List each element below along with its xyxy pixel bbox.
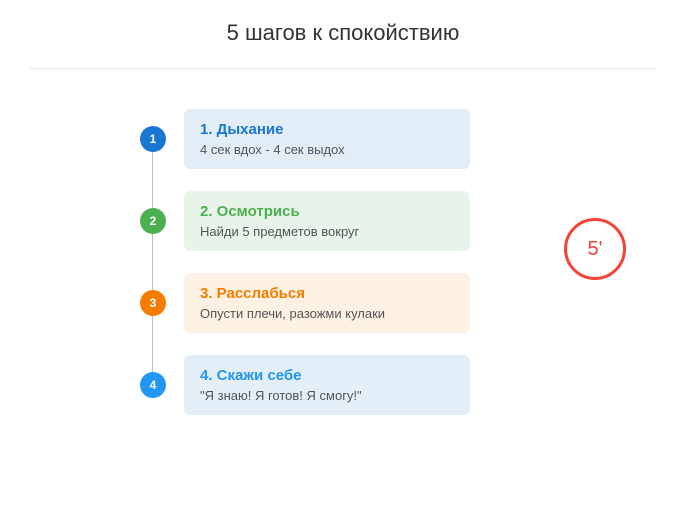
step-title: 1. Дыхание	[200, 121, 454, 138]
step-dot-1: 1	[140, 126, 166, 152]
step-dot-3: 3	[140, 290, 166, 316]
step-sub: 4 сек вдох - 4 сек выдох	[200, 142, 454, 157]
step-card-4: 4. Скажи себе "Я знаю! Я готов! Я смогу!…	[184, 355, 470, 415]
step-row: 1 1. Дыхание 4 сек вдох - 4 сек выдох	[140, 109, 470, 169]
divider	[30, 68, 656, 69]
timer-badge: 5'	[564, 218, 626, 280]
step-title: 3. Расслабься	[200, 285, 454, 302]
step-card-3: 3. Расслабься Опусти плечи, разожми кула…	[184, 273, 470, 333]
steps-list: 1 1. Дыхание 4 сек вдох - 4 сек выдох 2 …	[140, 109, 470, 415]
step-row: 3 3. Расслабься Опусти плечи, разожми ку…	[140, 273, 470, 333]
page-title: 5 шагов к спокойствию	[30, 20, 656, 68]
step-sub: Найди 5 предметов вокруг	[200, 224, 454, 239]
step-title: 2. Осмотрись	[200, 203, 454, 220]
step-row: 2 2. Осмотрись Найди 5 предметов вокруг	[140, 191, 470, 251]
step-title: 4. Скажи себе	[200, 367, 454, 384]
step-dot-4: 4	[140, 372, 166, 398]
step-sub: Опусти плечи, разожми кулаки	[200, 306, 454, 321]
step-card-2: 2. Осмотрись Найди 5 предметов вокруг	[184, 191, 470, 251]
step-card-1: 1. Дыхание 4 сек вдох - 4 сек выдох	[184, 109, 470, 169]
step-sub: "Я знаю! Я готов! Я смогу!"	[200, 388, 454, 403]
step-row: 4 4. Скажи себе "Я знаю! Я готов! Я смог…	[140, 355, 470, 415]
step-dot-2: 2	[140, 208, 166, 234]
